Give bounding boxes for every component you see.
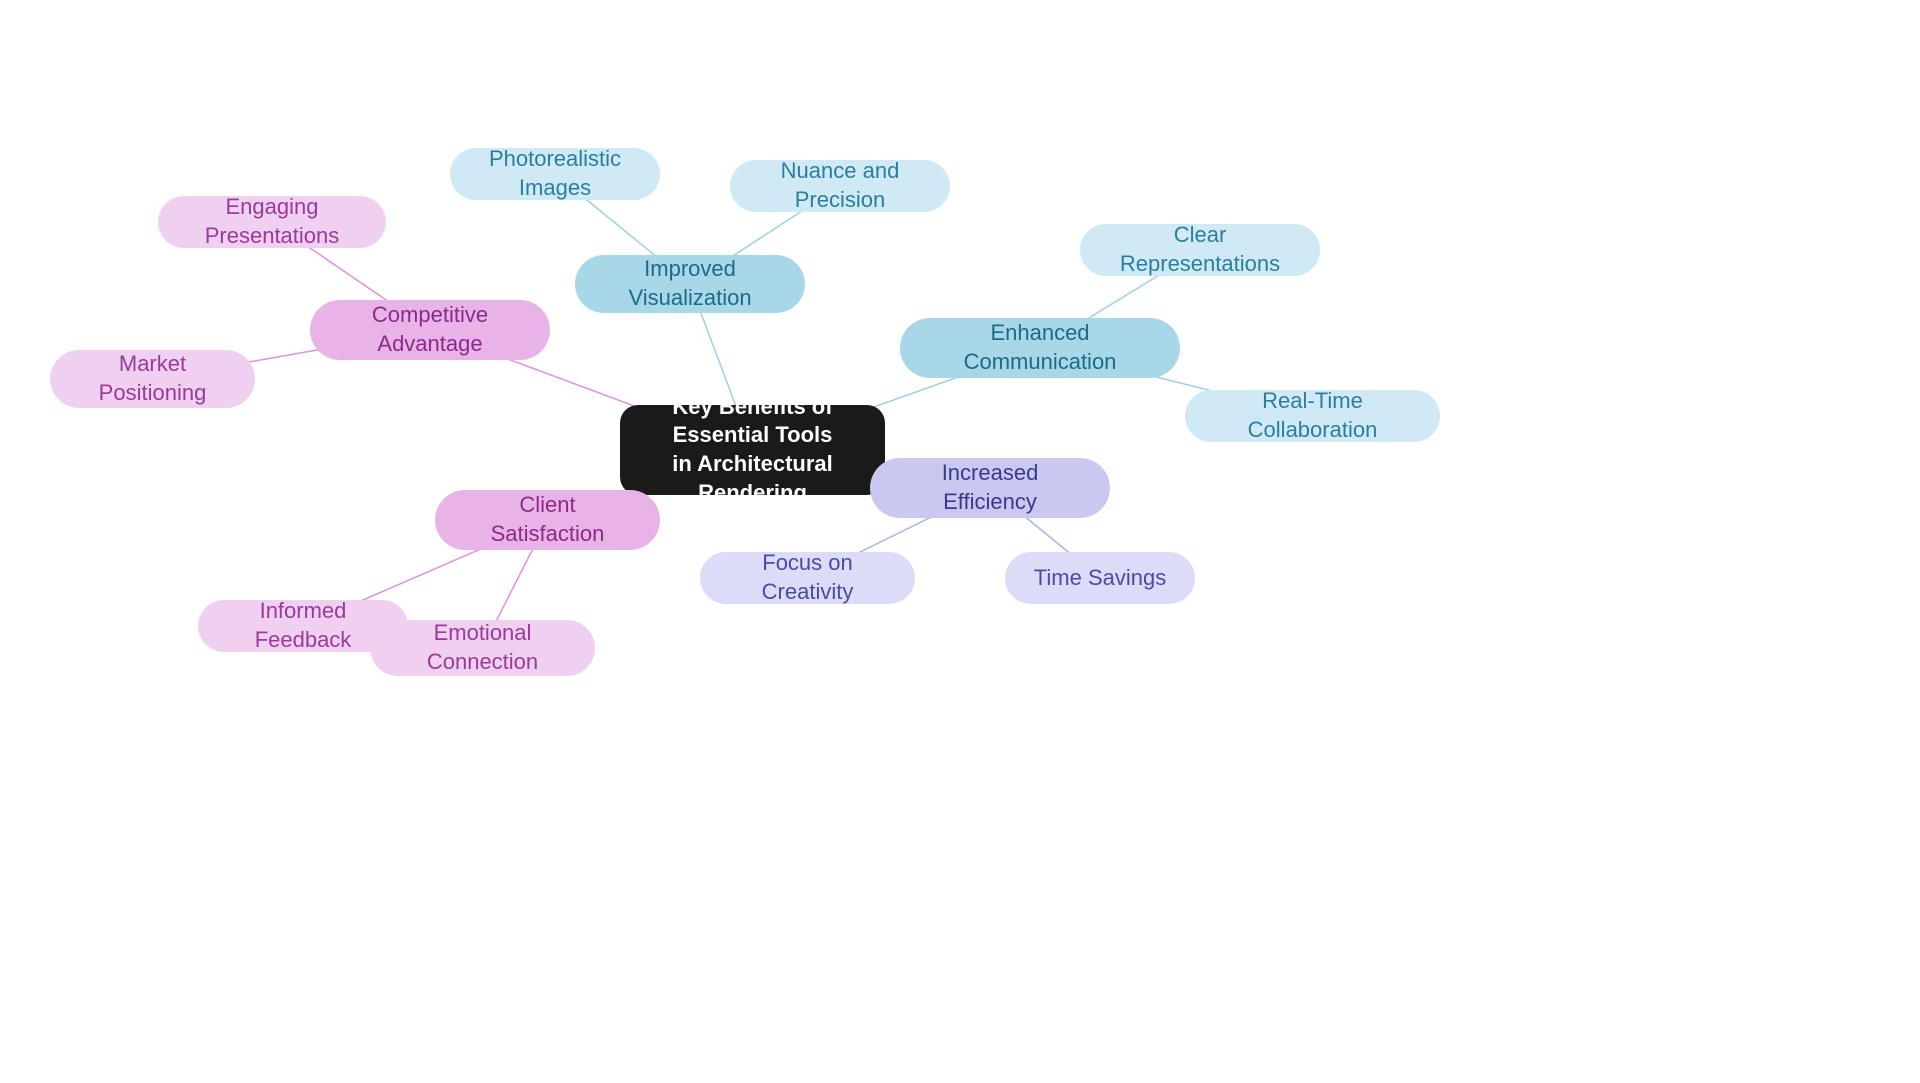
node-emotional-connection: Emotional Connection bbox=[370, 620, 595, 676]
node-enhanced-communication: Enhanced Communication bbox=[900, 318, 1180, 378]
node-client-satisfaction: Client Satisfaction bbox=[435, 490, 660, 550]
label-competitive-advantage: Competitive Advantage bbox=[338, 301, 522, 358]
node-engaging-presentations: Engaging Presentations bbox=[158, 196, 386, 248]
label-engaging-presentations: Engaging Presentations bbox=[186, 193, 358, 250]
node-realtime-collaboration: Real-Time Collaboration bbox=[1185, 390, 1440, 442]
label-client-satisfaction: Client Satisfaction bbox=[463, 491, 632, 548]
label-improved-visualization: Improved Visualization bbox=[603, 255, 777, 312]
label-informed-feedback: Informed Feedback bbox=[226, 597, 380, 654]
label-realtime-collaboration: Real-Time Collaboration bbox=[1213, 387, 1412, 444]
label-emotional-connection: Emotional Connection bbox=[398, 619, 567, 676]
label-focus-creativity: Focus on Creativity bbox=[728, 549, 887, 606]
node-market-positioning: Market Positioning bbox=[50, 350, 255, 408]
node-competitive-advantage: Competitive Advantage bbox=[310, 300, 550, 360]
node-time-savings: Time Savings bbox=[1005, 552, 1195, 604]
node-clear-representations: Clear Representations bbox=[1080, 224, 1320, 276]
label-increased-efficiency: Increased Efficiency bbox=[898, 459, 1082, 516]
label-clear-representations: Clear Representations bbox=[1108, 221, 1292, 278]
node-focus-creativity: Focus on Creativity bbox=[700, 552, 915, 604]
node-improved-visualization: Improved Visualization bbox=[575, 255, 805, 313]
label-nuance-precision: Nuance and Precision bbox=[758, 157, 922, 214]
node-increased-efficiency: Increased Efficiency bbox=[870, 458, 1110, 518]
center-label: Key Benefits of Essential Toolsin Archit… bbox=[640, 393, 865, 507]
label-enhanced-communication: Enhanced Communication bbox=[928, 319, 1152, 376]
label-market-positioning: Market Positioning bbox=[78, 350, 227, 407]
label-time-savings: Time Savings bbox=[1034, 564, 1166, 593]
node-photorealistic-images: Photorealistic Images bbox=[450, 148, 660, 200]
node-nuance-precision: Nuance and Precision bbox=[730, 160, 950, 212]
label-photorealistic-images: Photorealistic Images bbox=[478, 145, 632, 202]
center-node: Key Benefits of Essential Toolsin Archit… bbox=[620, 405, 885, 495]
